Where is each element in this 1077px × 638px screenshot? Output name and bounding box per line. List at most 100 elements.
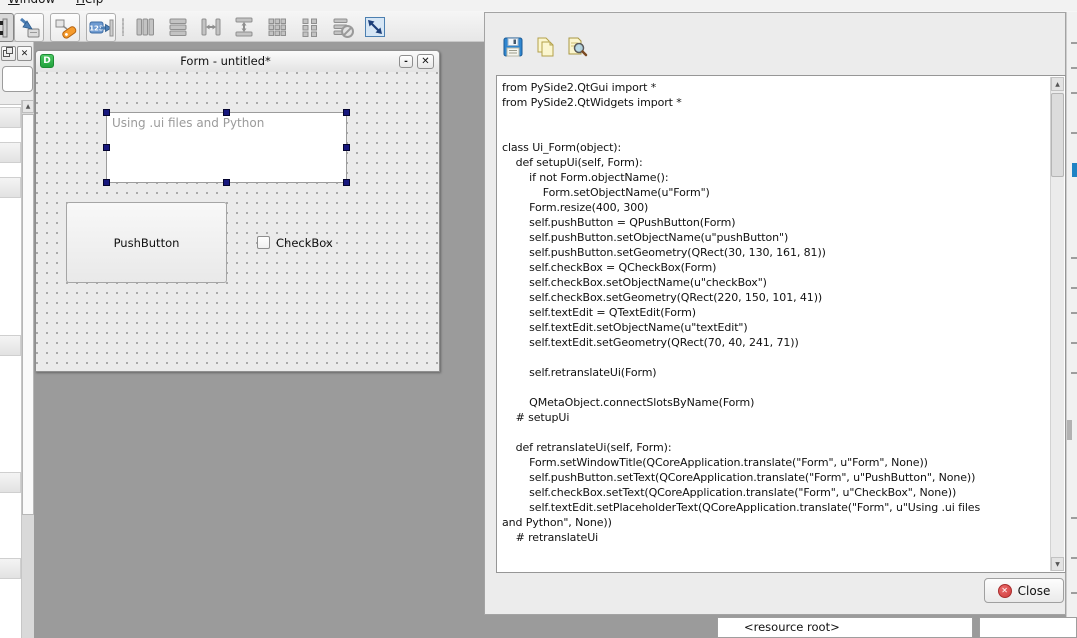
pushbutton-widget[interactable]: PushButton bbox=[66, 202, 227, 283]
layout-grid-button[interactable] bbox=[263, 13, 291, 40]
layout-horizontally-icon bbox=[133, 15, 157, 39]
selection-handle[interactable] bbox=[343, 144, 350, 151]
scrollbar-thumb[interactable] bbox=[22, 114, 34, 515]
panel-row-mark bbox=[1071, 287, 1077, 289]
find-code-button[interactable] bbox=[563, 35, 591, 63]
edit-signals-slots-icon bbox=[17, 16, 41, 40]
scrollbar-edge-fragment bbox=[1067, 420, 1072, 440]
find-icon bbox=[565, 35, 589, 63]
break-layout-button[interactable] bbox=[329, 13, 357, 40]
copy-code-button[interactable] bbox=[531, 35, 559, 63]
right-panel-edge bbox=[1066, 12, 1077, 638]
resource-root-item[interactable]: <resource root> bbox=[718, 618, 972, 637]
layout-horizontally-button[interactable] bbox=[131, 13, 159, 40]
code-text[interactable]: from PySide2.QtGui import * from PySide2… bbox=[497, 76, 1049, 572]
layout-vertically-icon bbox=[166, 15, 190, 39]
widget-box-item[interactable] bbox=[0, 177, 21, 198]
view-code-dialog: from PySide2.QtGui import * from PySide2… bbox=[484, 12, 1066, 615]
edit-buddies-icon bbox=[53, 16, 77, 40]
edit-widgets-button[interactable] bbox=[0, 13, 14, 42]
scroll-up-icon: ▲ bbox=[26, 103, 31, 110]
widget-box-scrollbar[interactable]: ▲ bbox=[21, 100, 34, 638]
layout-vertically-button[interactable] bbox=[164, 13, 192, 40]
scroll-down-icon: ▼ bbox=[1055, 561, 1060, 568]
scroll-up-icon: ▲ bbox=[1055, 81, 1060, 88]
panel-row-mark bbox=[1071, 257, 1077, 259]
dock-close-button[interactable]: ✕ bbox=[17, 46, 32, 61]
scroll-up-button[interactable]: ▲ bbox=[22, 100, 34, 113]
panel-row-mark bbox=[1071, 517, 1077, 519]
code-scrollbar[interactable]: ▲ ▼ bbox=[1050, 77, 1064, 571]
widget-box-item[interactable] bbox=[0, 558, 21, 579]
widget-box-dock: ✕ ▲ bbox=[0, 42, 34, 638]
selection-handle[interactable] bbox=[103, 109, 110, 116]
checkbox-widget[interactable]: CheckBox bbox=[256, 222, 357, 263]
form-minimize-button[interactable]: - bbox=[399, 55, 413, 68]
menu-help[interactable]: Help bbox=[76, 0, 103, 6]
edit-widgets-icon bbox=[0, 16, 11, 40]
selection-handle[interactable] bbox=[223, 109, 230, 116]
selection-handle[interactable] bbox=[103, 144, 110, 151]
scroll-up-button[interactable]: ▲ bbox=[1051, 77, 1064, 91]
form-window-title: Form - untitled* bbox=[56, 51, 395, 72]
layout-vertically-splitter-button[interactable] bbox=[230, 13, 258, 40]
dock-float-button[interactable] bbox=[1, 46, 16, 61]
close-button-label: Close bbox=[1018, 584, 1051, 598]
layout-vertically-splitter-icon bbox=[232, 15, 256, 39]
adjust-size-button[interactable] bbox=[361, 13, 389, 40]
copy-icon bbox=[533, 35, 557, 63]
layout-form-icon bbox=[298, 15, 322, 39]
widget-box-item[interactable] bbox=[0, 107, 21, 128]
selected-row-edge bbox=[1072, 163, 1077, 177]
close-icon: ✕ bbox=[421, 56, 429, 67]
panel-row-mark bbox=[1071, 67, 1077, 69]
selection-handle[interactable] bbox=[343, 179, 350, 186]
layout-grid-icon bbox=[265, 15, 289, 39]
selection-handle[interactable] bbox=[343, 109, 350, 116]
menu-bar: Window Help bbox=[0, 0, 1077, 11]
checkbox-indicator[interactable] bbox=[257, 236, 270, 249]
close-dock-icon: ✕ bbox=[21, 49, 29, 59]
textedit-widget[interactable]: Using .ui files and Python bbox=[106, 112, 347, 183]
resource-browser-side-panel bbox=[979, 617, 1077, 638]
form-canvas[interactable]: Using .ui files and Python PushButton Ch… bbox=[36, 72, 439, 371]
form-close-button[interactable]: ✕ bbox=[417, 54, 434, 69]
designer-form-icon: D bbox=[40, 54, 54, 68]
save-code-button[interactable] bbox=[499, 35, 527, 63]
panel-row-mark bbox=[1071, 42, 1077, 44]
edit-tab-order-button[interactable]: 123 bbox=[86, 13, 116, 42]
widget-box-item[interactable] bbox=[0, 142, 21, 163]
widget-filter-input[interactable] bbox=[2, 66, 33, 92]
panel-row-mark bbox=[1071, 592, 1077, 594]
widget-box-item[interactable] bbox=[0, 472, 21, 493]
selection-handle[interactable] bbox=[103, 179, 110, 186]
panel-row-mark bbox=[1071, 92, 1077, 94]
edit-buddies-button[interactable] bbox=[50, 13, 80, 42]
float-dock-icon bbox=[3, 47, 14, 61]
widget-box-list[interactable] bbox=[0, 104, 22, 638]
scrollbar-thumb[interactable] bbox=[1051, 93, 1064, 177]
close-dialog-button[interactable]: ✕ Close bbox=[984, 578, 1064, 603]
layout-form-button[interactable] bbox=[296, 13, 324, 40]
save-icon bbox=[501, 35, 525, 63]
minimize-icon: - bbox=[404, 57, 408, 67]
panel-row-mark bbox=[1071, 372, 1077, 374]
checkbox-label: CheckBox bbox=[276, 236, 333, 250]
qt-designer-window: Window Help 123 bbox=[0, 0, 1077, 638]
code-view[interactable]: from PySide2.QtGui import * from PySide2… bbox=[496, 75, 1066, 573]
panel-row-mark bbox=[1071, 132, 1077, 134]
selection-handle[interactable] bbox=[223, 179, 230, 186]
close-red-icon: ✕ bbox=[998, 584, 1012, 598]
panel-row-mark bbox=[1071, 312, 1077, 314]
menu-window[interactable]: Window bbox=[8, 0, 55, 6]
form-title-bar[interactable]: D Form - untitled* - ✕ bbox=[36, 51, 439, 73]
pushbutton-label: PushButton bbox=[114, 236, 180, 250]
form-designer-window: D Form - untitled* - ✕ Using .ui files a… bbox=[35, 50, 440, 372]
layout-horizontally-splitter-button[interactable] bbox=[197, 13, 225, 40]
edit-tab-order-icon: 123 bbox=[88, 16, 114, 40]
adjust-size-icon bbox=[363, 15, 387, 39]
resource-browser-panel: <resource root> bbox=[717, 617, 973, 638]
widget-box-item[interactable] bbox=[0, 335, 21, 356]
scroll-down-button[interactable]: ▼ bbox=[1051, 557, 1064, 571]
edit-signals-slots-button[interactable] bbox=[14, 13, 44, 42]
